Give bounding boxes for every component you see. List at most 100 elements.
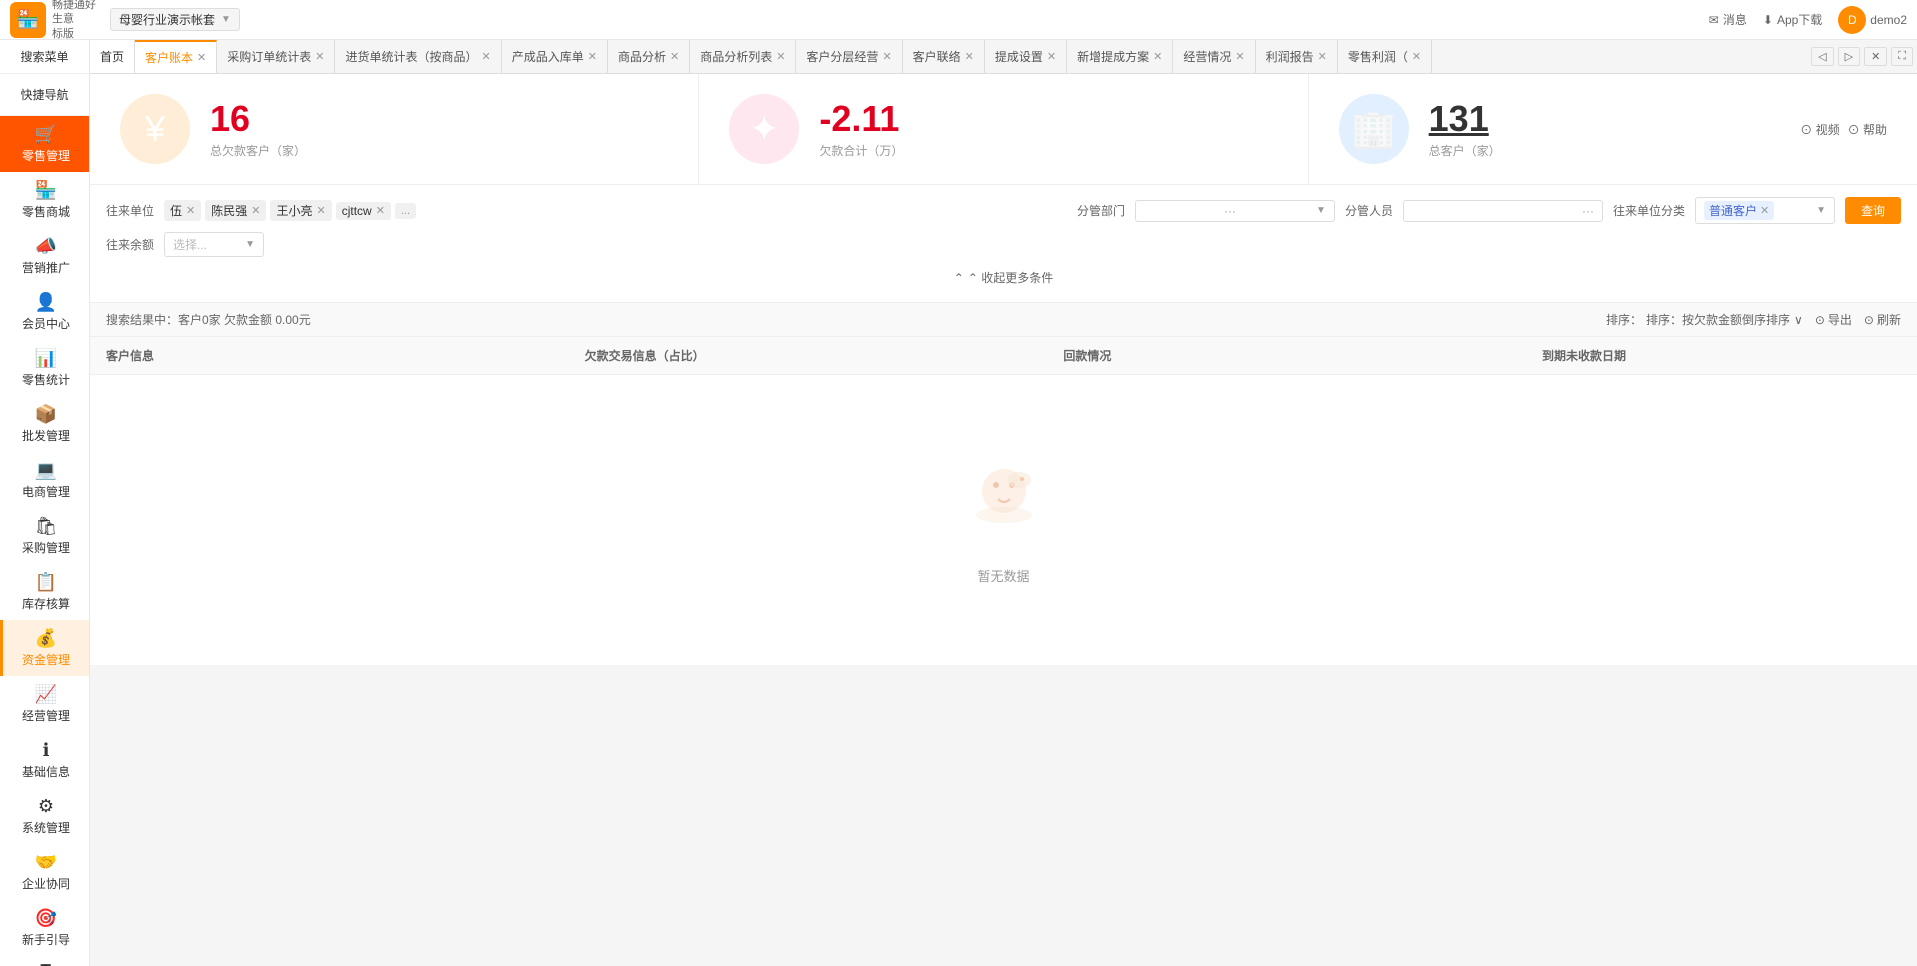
sidebar-item-ops-manage[interactable]: 📈 经营管理 — [0, 676, 89, 732]
tab-product-analysis-list[interactable]: 商品分析列表 ✕ — [690, 40, 796, 74]
tab-product-storage[interactable]: 产成品入库单 ✕ — [502, 40, 608, 74]
tab-product-analysis[interactable]: 商品分析 ✕ — [608, 40, 690, 74]
tab-customer-contact[interactable]: 客户联络 ✕ — [903, 40, 985, 74]
tab-close-icon[interactable]: ✕ — [965, 50, 974, 63]
app-download-button[interactable]: ⬇ App下载 — [1763, 11, 1822, 28]
sidebar-item-sys-manage[interactable]: ⚙ 系统管理 — [0, 788, 89, 844]
tab-purchase-order-stat[interactable]: 采购订单统计表 ✕ — [217, 40, 335, 74]
stat-icon-circle-pink: ✦ — [729, 94, 799, 164]
sidebar-item-label: 库存核算 — [22, 595, 70, 612]
balance-selector[interactable]: 选择... ▼ — [164, 232, 264, 257]
user-avatar-area[interactable]: D demo2 — [1838, 6, 1907, 34]
category-selector[interactable]: 普通客户 ✕ ▼ — [1695, 197, 1835, 224]
tab-close-icon[interactable]: ✕ — [1153, 50, 1162, 63]
collapse-icon: ⌃ — [954, 271, 964, 285]
tab-new-promote-plan[interactable]: 新增提成方案 ✕ — [1067, 40, 1173, 74]
sidebar-item-ecom-manage[interactable]: 💻 电商管理 — [0, 452, 89, 508]
tab-home[interactable]: 首页 — [90, 40, 135, 74]
unit-tag-chen: 陈民强 ✕ — [205, 200, 266, 221]
retail-manage-icon: 🛒 — [35, 124, 57, 145]
sidebar-item-enterprise[interactable]: 🤝 企业协同 — [0, 844, 89, 900]
tab-prev-button[interactable]: ◁ — [1811, 47, 1833, 66]
sidebar-item-purchase-manage[interactable]: 🛍 采购管理 — [0, 508, 89, 564]
tab-close-icon[interactable]: ✕ — [1412, 50, 1421, 63]
message-button[interactable]: ✉ 消息 — [1709, 11, 1747, 28]
tab-customer-segment[interactable]: 客户分层经营 ✕ — [796, 40, 902, 74]
download-icon: ⬇ — [1763, 13, 1773, 27]
balance-arrow: ▼ — [245, 239, 255, 250]
person-selector[interactable]: ··· — [1403, 200, 1603, 222]
tab-close-icon[interactable]: ✕ — [882, 50, 891, 63]
tab-label: 商品分析 — [618, 48, 666, 65]
tab-close-icon[interactable]: ✕ — [315, 50, 324, 63]
tab-next-button[interactable]: ▷ — [1838, 47, 1860, 66]
sidebar-item-marketing[interactable]: 📣 营销推广 — [0, 228, 89, 284]
ecom-manage-icon: 💻 — [35, 460, 57, 481]
remove-category-normal[interactable]: ✕ — [1760, 204, 1769, 217]
tab-promote-setting[interactable]: 提成设置 ✕ — [985, 40, 1067, 74]
dept-selector[interactable]: ··· ▼ — [1135, 200, 1335, 222]
unit-tag-wang: 王小亮 ✕ — [270, 200, 331, 221]
tab-close-icon[interactable]: ✕ — [482, 50, 491, 63]
refresh-button[interactable]: ⊙ 刷新 — [1864, 311, 1901, 328]
tab-purchase-stat[interactable]: 进货单统计表（按商品） ✕ — [335, 40, 501, 74]
sidebar-item-retail-mall[interactable]: 🏪 零售商城 — [0, 172, 89, 228]
tab-close-icon[interactable]: ✕ — [670, 50, 679, 63]
remove-tag-cjttcw[interactable]: ✕ — [376, 204, 385, 217]
tab-label: 商品分析列表 — [700, 48, 772, 65]
stat-card-total-customers: 🏢 131 总客户（家） ⊙ 视频 ⊙ 帮助 — [1308, 74, 1917, 184]
tab-close-icon[interactable]: ✕ — [1235, 50, 1244, 63]
tab-close-icon[interactable]: ✕ — [1047, 50, 1056, 63]
help-link[interactable]: ⊙ 帮助 — [1848, 121, 1887, 138]
export-button[interactable]: ⊙ 导出 — [1815, 311, 1852, 328]
sidebar-item-retail-stat[interactable]: 📊 零售统计 — [0, 340, 89, 396]
tab-profit-report[interactable]: 利润报告 ✕ — [1256, 40, 1338, 74]
unit-filter-label: 往来单位 — [106, 202, 154, 219]
sidebar-item-retail-manage[interactable]: 🛒 零售管理 — [0, 116, 89, 172]
tab-fullscreen-button[interactable]: ⛶ — [1891, 47, 1913, 66]
remove-tag-wang[interactable]: ✕ — [317, 204, 326, 217]
sort-value: 排序：按欠款金额倒序排序 — [1646, 311, 1790, 328]
sidebar-item-member-center[interactable]: 👤 会员中心 — [0, 284, 89, 340]
tab-close-icon[interactable]: ✕ — [1318, 50, 1327, 63]
query-button[interactable]: 查询 — [1845, 197, 1901, 224]
tab-close-icon[interactable]: ✕ — [197, 51, 206, 64]
sidebar-item-basic-info[interactable]: ℹ 基础信息 — [0, 732, 89, 788]
tab-customer-debt[interactable]: 客户账本 ✕ — [135, 40, 217, 74]
sidebar-item-batch-manage[interactable]: 📦 批发管理 — [0, 396, 89, 452]
tab-label: 进货单统计表（按商品） — [345, 48, 477, 65]
remove-tag-chen[interactable]: ✕ — [251, 204, 260, 217]
unit-tag-cjttcw: cjttcw ✕ — [336, 202, 391, 220]
tab-ops-status[interactable]: 经营情况 ✕ — [1173, 40, 1255, 74]
tab-retail-profit[interactable]: 零售利润（ ✕ — [1338, 40, 1432, 74]
retail-stat-icon: 📊 — [35, 348, 57, 369]
sidebar-item-label: 资金管理 — [22, 651, 70, 668]
sort-selector[interactable]: 排序： 排序：按欠款金额倒序排序 ∨ — [1606, 311, 1803, 328]
sidebar-search[interactable]: 搜索菜单 — [0, 40, 89, 74]
results-actions: 排序： 排序：按欠款金额倒序排序 ∨ ⊙ 导出 ⊙ 刷新 — [1606, 311, 1901, 328]
tab-label: 零售利润（ — [1348, 48, 1408, 65]
unit-more-button[interactable]: ... — [395, 203, 416, 219]
sidebar-item-capital-manage[interactable]: 💰 资金管理 — [0, 620, 89, 676]
sidebar-item-label: 企业协同 — [22, 875, 70, 892]
home-tab-label: 首页 — [100, 48, 124, 65]
stat-icon-customers: 🏢 — [1339, 94, 1409, 164]
stat-label-debt: 欠款合计（万） — [819, 142, 903, 159]
tab-label: 经营情况 — [1183, 48, 1231, 65]
tab-label: 客户分层经营 — [806, 48, 878, 65]
video-link[interactable]: ⊙ 视频 — [1800, 121, 1839, 138]
sidebar-item-app-center[interactable]: 📱 应用中心 — [0, 956, 89, 966]
sidebar-quick-nav[interactable]: 快捷导航 — [0, 74, 89, 116]
sidebar-item-new-guide[interactable]: 🎯 新手引导 — [0, 900, 89, 956]
tab-close-icon[interactable]: ✕ — [776, 50, 785, 63]
remove-tag-wu[interactable]: ✕ — [186, 204, 195, 217]
retail-mall-icon: 🏪 — [35, 180, 57, 201]
workspace-selector[interactable]: 母婴行业演示帐套 ▼ — [110, 8, 240, 31]
logo-icon: 🏪 — [10, 2, 46, 38]
stat-number-debt: -2.11 — [819, 99, 903, 139]
tab-close-all-button[interactable]: ✕ — [1864, 47, 1887, 66]
sidebar-item-inventory[interactable]: 📋 库存核算 — [0, 564, 89, 620]
collapse-button[interactable]: ⌃ ⌃ 收起更多条件 — [106, 265, 1901, 290]
sidebar-item-label: 新手引导 — [22, 931, 70, 948]
tab-close-icon[interactable]: ✕ — [588, 50, 597, 63]
